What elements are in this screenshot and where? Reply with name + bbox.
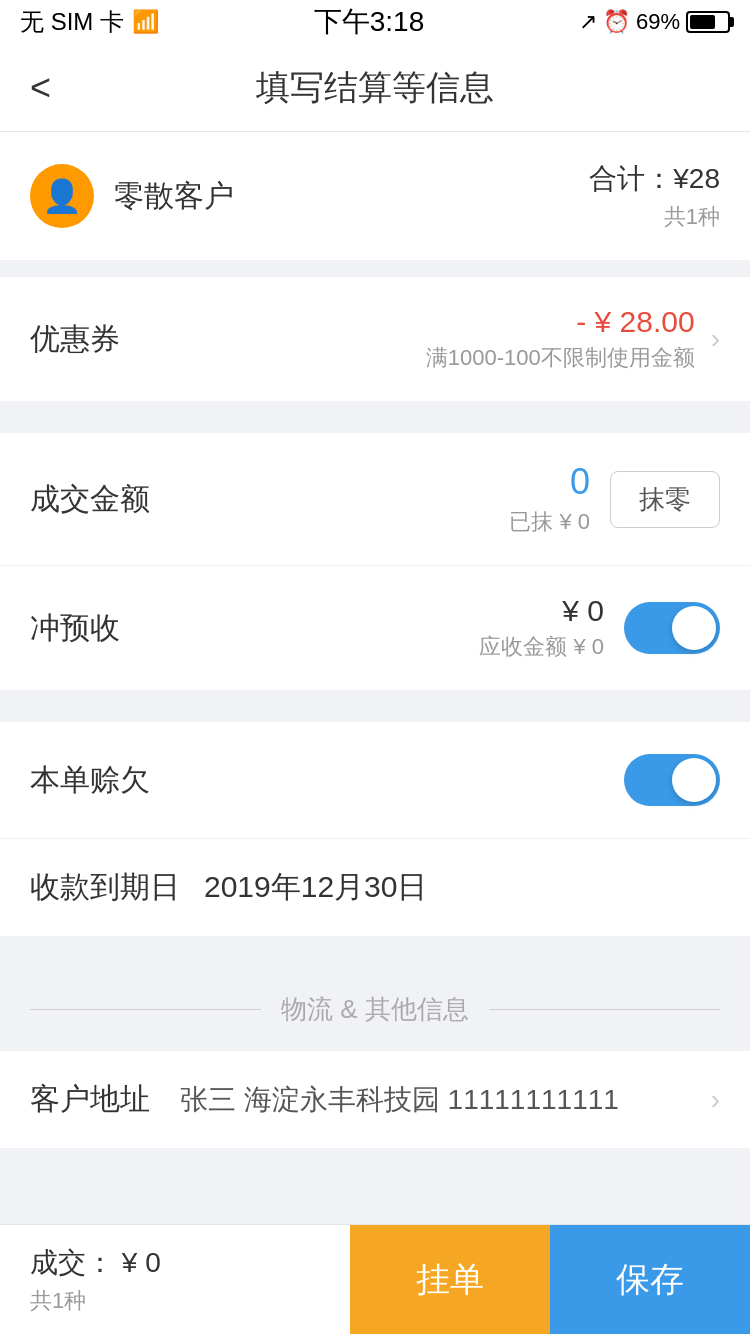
logistics-title: 物流 & 其他信息 xyxy=(281,992,469,1027)
due-date-value: 2019年12月30日 xyxy=(204,867,427,908)
due-date-row: 收款到期日 2019年12月30日 xyxy=(0,838,750,936)
round-zero-button[interactable]: 抹零 xyxy=(610,471,720,528)
credit-section: 本单赊欠 收款到期日 2019年12月30日 xyxy=(0,722,750,936)
credit-label: 本单赊欠 xyxy=(30,760,150,801)
deal-section: 成交金额 0 已抹 ¥ 0 抹零 冲预收 ¥ 0 应收金额 ¥ 0 xyxy=(0,433,750,690)
status-bar: 无 SIM 卡 📶 下午3:18 ↗ ⏰ 69% xyxy=(0,0,750,44)
customer-info: 👤 零散客户 xyxy=(30,164,234,228)
deal-input-area: 0 已抹 ¥ 0 抹零 xyxy=(509,461,720,537)
coupon-right: - ¥ 28.00 满1000-100不限制使用金额 › xyxy=(426,305,720,373)
total-count: 共1种 xyxy=(589,202,720,232)
prepay-label: 冲预收 xyxy=(30,608,120,649)
prepay-toggle[interactable] xyxy=(624,602,720,654)
status-right: ↗ ⏰ 69% xyxy=(579,9,730,35)
bottom-info: 成交： ¥ 0 共1种 xyxy=(0,1244,350,1316)
total-amount: 合计：¥28 xyxy=(589,160,720,198)
credit-toggle[interactable] xyxy=(624,754,720,806)
deal-amount-label: 成交金额 xyxy=(30,479,150,520)
coupon-amount: - ¥ 28.00 xyxy=(426,305,695,339)
location-icon: ↗ xyxy=(579,9,597,35)
status-left: 无 SIM 卡 📶 xyxy=(20,6,159,38)
coupon-section: 优惠券 - ¥ 28.00 满1000-100不限制使用金额 › xyxy=(0,276,750,401)
logistics-header: 物流 & 其他信息 xyxy=(0,968,750,1051)
customer-row: 👤 零散客户 合计：¥28 共1种 xyxy=(0,132,750,260)
divider-3 xyxy=(0,952,750,968)
address-value: 张三 海淀永丰科技园 11111111111 xyxy=(180,1081,681,1119)
content-area: 👤 零散客户 合计：¥28 共1种 优惠券 - ¥ 28.00 满1000-10… xyxy=(0,132,750,1284)
status-time: 下午3:18 xyxy=(314,3,425,41)
deal-value[interactable]: 0 xyxy=(509,461,590,503)
credit-row: 本单赊欠 xyxy=(0,722,750,838)
logistics-line-right xyxy=(489,1009,720,1010)
toggle-knob xyxy=(672,606,716,650)
back-button[interactable]: < xyxy=(30,67,51,109)
deal-amount-row: 成交金额 0 已抹 ¥ 0 抹零 xyxy=(0,433,750,565)
already-zero-text: 已抹 ¥ 0 xyxy=(509,507,590,537)
battery-icon xyxy=(686,11,730,33)
wifi-icon: 📶 xyxy=(132,9,159,35)
logistics-line-left xyxy=(30,1009,261,1010)
credit-toggle-knob xyxy=(672,758,716,802)
customer-section: 👤 零散客户 合计：¥28 共1种 xyxy=(0,132,750,260)
bottom-deal-label: 成交： xyxy=(30,1247,114,1278)
prepay-values: ¥ 0 应收金额 ¥ 0 xyxy=(479,594,604,662)
address-row[interactable]: 客户地址 张三 海淀永丰科技园 11111111111 › xyxy=(0,1051,750,1148)
prepay-right: ¥ 0 应收金额 ¥ 0 xyxy=(479,594,720,662)
prepay-row: 冲预收 ¥ 0 应收金额 ¥ 0 xyxy=(0,565,750,690)
nav-bar: < 填写结算等信息 xyxy=(0,44,750,132)
customer-name: 零散客户 xyxy=(114,176,234,217)
address-label: 客户地址 xyxy=(30,1079,150,1120)
deal-value-block: 0 已抹 ¥ 0 xyxy=(509,461,590,537)
due-date-label: 收款到期日 xyxy=(30,867,180,908)
battery-fill xyxy=(690,15,715,29)
coupon-label: 优惠券 xyxy=(30,319,120,360)
address-section: 客户地址 张三 海淀永丰科技园 11111111111 › xyxy=(0,1051,750,1148)
divider-1 xyxy=(0,417,750,433)
coupon-chevron-icon: › xyxy=(711,323,720,355)
save-button[interactable]: 保存 xyxy=(550,1225,750,1335)
prepay-receivable: 应收金额 ¥ 0 xyxy=(479,632,604,662)
bottom-bar: 成交： ¥ 0 共1种 挂单 保存 xyxy=(0,1224,750,1334)
bottom-count: 共1种 xyxy=(30,1286,320,1316)
avatar: 👤 xyxy=(30,164,94,228)
bottom-deal-amount: ¥ 0 xyxy=(122,1247,161,1278)
hang-order-button[interactable]: 挂单 xyxy=(350,1225,550,1335)
bottom-deal-text: 成交： ¥ 0 xyxy=(30,1244,320,1282)
page-title: 填写结算等信息 xyxy=(256,65,494,111)
coupon-value-block: - ¥ 28.00 满1000-100不限制使用金额 xyxy=(426,305,695,373)
carrier-text: 无 SIM 卡 xyxy=(20,6,124,38)
coupon-row[interactable]: 优惠券 - ¥ 28.00 满1000-100不限制使用金额 › xyxy=(0,276,750,401)
address-chevron-icon: › xyxy=(711,1084,720,1116)
avatar-icon: 👤 xyxy=(42,177,82,215)
divider-2 xyxy=(0,706,750,722)
prepay-amount: ¥ 0 xyxy=(479,594,604,628)
coupon-desc: 满1000-100不限制使用金额 xyxy=(426,343,695,373)
battery-percent: 69% xyxy=(636,9,680,35)
customer-total: 合计：¥28 共1种 xyxy=(589,160,720,232)
alarm-icon: ⏰ xyxy=(603,9,630,35)
